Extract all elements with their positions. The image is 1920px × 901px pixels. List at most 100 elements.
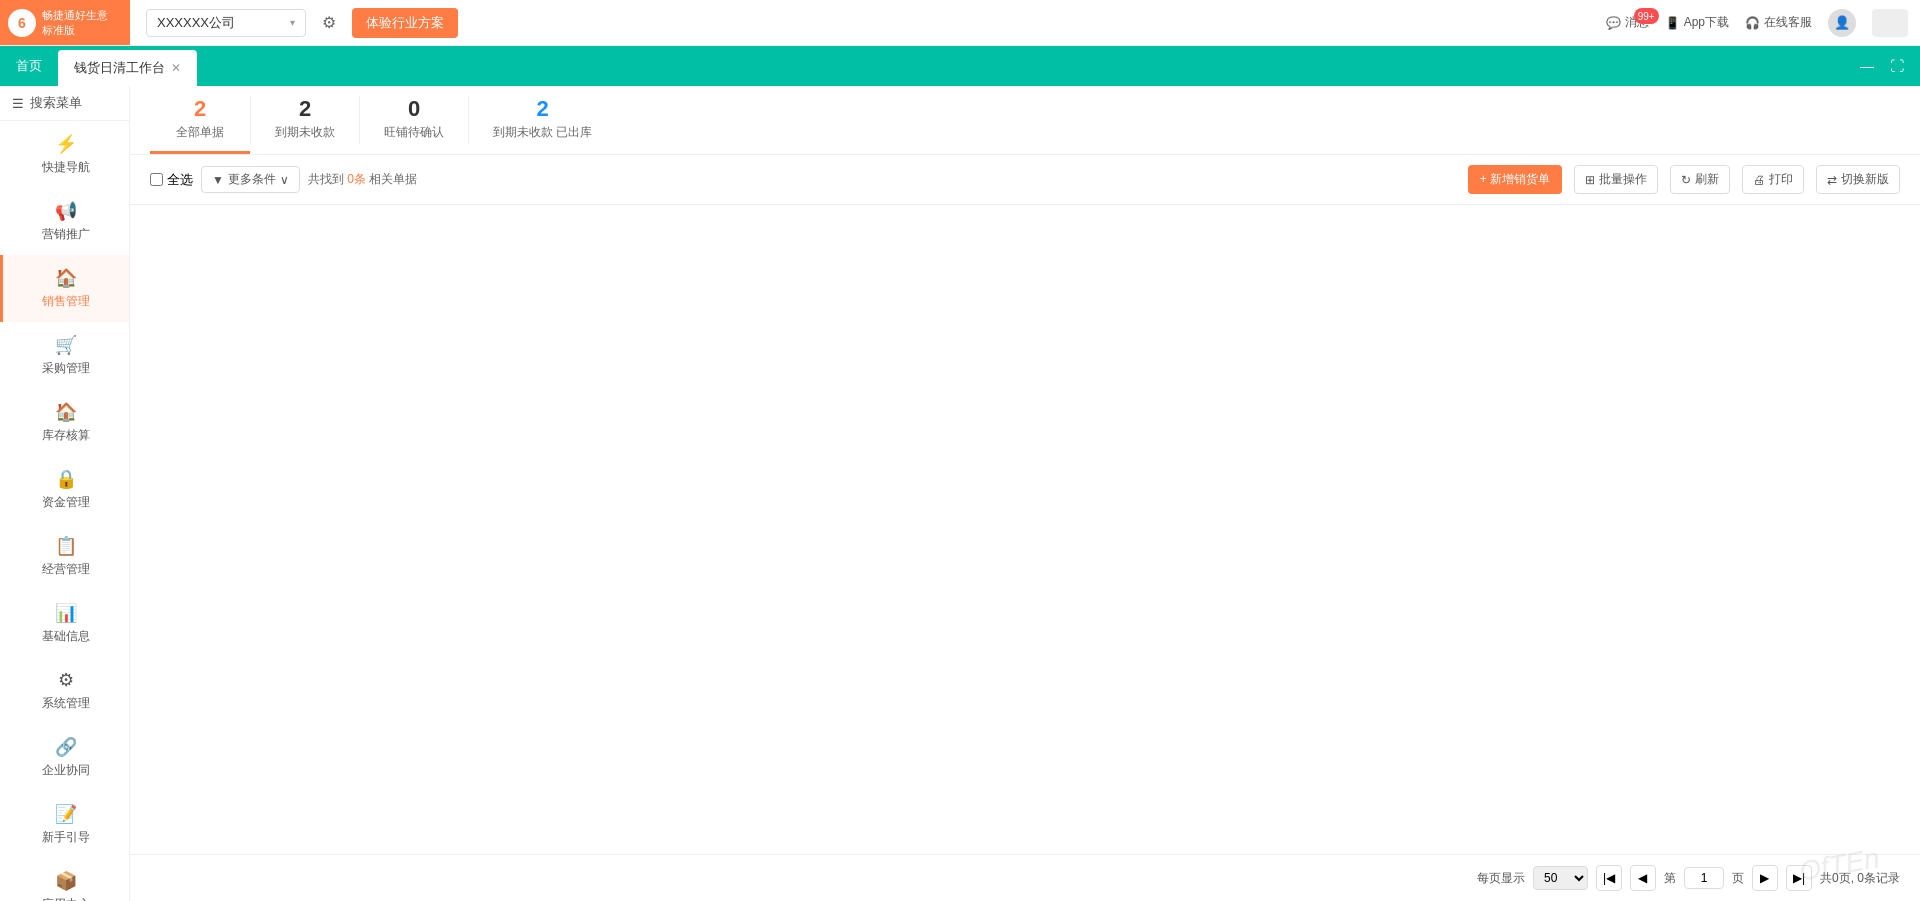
company-name: XXXXXX公司 (157, 14, 284, 32)
stat-tab-all[interactable]: 2 全部单据 (150, 86, 250, 154)
toolbar-right: + 新增销货单 ⊞ 批量操作 ↻ 刷新 🖨 打印 ⇄ 切换新版 (1468, 165, 1900, 194)
sidebar-item-guide[interactable]: 📝 新手引导 (0, 791, 129, 858)
search-menu-button[interactable]: ☰ 搜索菜单 (0, 86, 129, 121)
stat-desc-all: 全部单据 (176, 124, 224, 141)
message-button[interactable]: 💬 消息 99+ (1606, 14, 1649, 31)
quick-nav-icon: ⚡ (55, 133, 77, 155)
app-download-button[interactable]: 📱 App下载 (1665, 14, 1729, 31)
sidebar-item-enterprise[interactable]: 🔗 企业协同 (0, 724, 129, 791)
dropdown-arrow-icon: ▾ (290, 17, 295, 28)
stat-count-overdue: 2 (299, 96, 311, 122)
stat-count-all: 2 (194, 96, 206, 122)
stat-tab-out-stock[interactable]: 2 到期未收款 已出库 (469, 86, 616, 154)
refresh-button[interactable]: ↻ 刷新 (1670, 165, 1730, 194)
page-size-select[interactable]: 50 100 200 (1533, 866, 1588, 890)
tab-bar-actions: — ⛶ (1856, 56, 1920, 76)
guide-icon: 📝 (55, 803, 77, 825)
sidebar-item-system[interactable]: ⚙ 系统管理 (0, 657, 129, 724)
last-page-button[interactable]: ▶| (1786, 865, 1812, 891)
experience-button[interactable]: 体验行业方案 (352, 8, 458, 38)
logo-icon: 6 (8, 9, 36, 37)
tab-bar: 首页 钱货日清工作台 ✕ — ⛶ (0, 46, 1920, 86)
pagination: 每页显示 50 100 200 |◀ ◀ 第 页 ▶ ▶| 共0页, 0条记录 (130, 854, 1920, 901)
sidebar-item-sales[interactable]: 🏠 销售管理 (0, 255, 129, 322)
system-icon: ⚙ (58, 669, 74, 691)
select-all-input[interactable] (150, 173, 163, 186)
sidebar-item-inventory[interactable]: 🏠 库存核算 (0, 389, 129, 456)
switch-version-button[interactable]: ⇄ 切换新版 (1816, 165, 1900, 194)
header-right: 💬 消息 99+ 📱 App下载 🎧 在线客服 👤 (1606, 9, 1908, 37)
batch-icon: ⊞ (1585, 173, 1595, 187)
stats-tabs: 2 全部单据 2 到期未收款 0 旺铺待确认 2 到期未收款 已出库 (130, 86, 1920, 155)
page-label: 第 (1664, 870, 1676, 887)
print-button[interactable]: 🖨 打印 (1742, 165, 1804, 194)
table-area (130, 205, 1920, 854)
avatar[interactable]: 👤 (1828, 9, 1856, 37)
found-text: 共找到 0条 相关单据 (308, 171, 417, 188)
basic-info-icon: 📊 (55, 602, 77, 624)
page-label-suffix: 页 (1732, 870, 1744, 887)
filter-button[interactable]: ▼ 更多条件 ∨ (201, 166, 300, 193)
message-badge: 99+ (1634, 8, 1659, 24)
enterprise-icon: 🔗 (55, 736, 77, 758)
search-icon: ☰ (12, 96, 24, 111)
tab-close-icon[interactable]: ✕ (171, 61, 181, 75)
logo-area: 6 畅捷通好生意 标准版 (0, 0, 130, 45)
batch-operation-button[interactable]: ⊞ 批量操作 (1574, 165, 1658, 194)
total-text: 共0页, 0条记录 (1820, 870, 1900, 887)
stat-count-pending: 0 (408, 96, 420, 122)
next-page-button[interactable]: ▶ (1752, 865, 1778, 891)
sidebar-item-purchase[interactable]: 🛒 采购管理 (0, 322, 129, 389)
sidebar-item-finance[interactable]: 🔒 资金管理 (0, 456, 129, 523)
sales-icon: 🏠 (55, 267, 77, 289)
headset-icon: 🎧 (1745, 16, 1760, 30)
add-sale-button[interactable]: + 新增销货单 (1468, 165, 1562, 194)
inventory-icon: 🏠 (55, 401, 77, 423)
found-count: 0条 (347, 172, 366, 186)
toolbar: 全选 ▼ 更多条件 ∨ 共找到 0条 相关单据 + 新增销货单 ⊞ 批量操作 (130, 155, 1920, 205)
sidebar-item-basic-info[interactable]: 📊 基础信息 (0, 590, 129, 657)
message-icon: 💬 (1606, 16, 1621, 30)
marketing-icon: 📢 (55, 200, 77, 222)
first-page-button[interactable]: |◀ (1596, 865, 1622, 891)
stat-desc-out-stock: 到期未收款 已出库 (493, 124, 592, 141)
tab-maximize-button[interactable]: ⛶ (1886, 56, 1908, 76)
sidebar-item-quick-nav[interactable]: ⚡ 快捷导航 (0, 121, 129, 188)
company-selector[interactable]: XXXXXX公司 ▾ (146, 9, 306, 37)
purchase-icon: 🛒 (55, 334, 77, 356)
settings-button[interactable]: ⚙ (314, 8, 344, 38)
operations-icon: 📋 (55, 535, 77, 557)
stat-tab-overdue[interactable]: 2 到期未收款 (251, 86, 359, 154)
user-name-display[interactable] (1872, 9, 1908, 37)
filter-icon: ▼ (212, 173, 224, 187)
tab-minimize-button[interactable]: — (1856, 56, 1878, 76)
page-input[interactable] (1684, 867, 1724, 889)
tab-work[interactable]: 钱货日清工作台 ✕ (58, 50, 197, 86)
page-size-label: 每页显示 (1477, 870, 1525, 887)
sidebar-item-marketing[interactable]: 📢 营销推广 (0, 188, 129, 255)
stat-desc-overdue: 到期未收款 (275, 124, 335, 141)
refresh-icon: ↻ (1681, 173, 1691, 187)
switch-icon: ⇄ (1827, 173, 1837, 187)
prev-page-button[interactable]: ◀ (1630, 865, 1656, 891)
main-layout: ☰ 搜索菜单 ⚡ 快捷导航 📢 营销推广 🏠 销售管理 🛒 采购管理 🏠 库存核… (0, 86, 1920, 901)
print-icon: 🖨 (1753, 173, 1765, 187)
online-service-button[interactable]: 🎧 在线客服 (1745, 14, 1812, 31)
filter-dropdown-icon: ∨ (280, 173, 289, 187)
content-area: 2 全部单据 2 到期未收款 0 旺铺待确认 2 到期未收款 已出库 (130, 86, 1920, 901)
sidebar-item-app-center[interactable]: 📦 应用中心 (0, 858, 129, 901)
logo-text: 畅捷通好生意 标准版 (42, 8, 108, 37)
finance-icon: 🔒 (55, 468, 77, 490)
sidebar-item-operations[interactable]: 📋 经营管理 (0, 523, 129, 590)
user-icon: 👤 (1834, 15, 1850, 30)
stat-tab-pending[interactable]: 0 旺铺待确认 (360, 86, 468, 154)
app-center-icon: 📦 (55, 870, 77, 892)
stat-desc-pending: 旺铺待确认 (384, 124, 444, 141)
toolbar-left: 全选 ▼ 更多条件 ∨ 共找到 0条 相关单据 (150, 166, 1456, 193)
select-all-checkbox[interactable]: 全选 (150, 171, 193, 189)
top-header: 6 畅捷通好生意 标准版 XXXXXX公司 ▾ ⚙ 体验行业方案 💬 消息 99… (0, 0, 1920, 46)
sidebar: ☰ 搜索菜单 ⚡ 快捷导航 📢 营销推广 🏠 销售管理 🛒 采购管理 🏠 库存核… (0, 86, 130, 901)
stat-count-out-stock: 2 (537, 96, 549, 122)
download-icon: 📱 (1665, 16, 1680, 30)
tab-home[interactable]: 首页 (0, 46, 58, 86)
